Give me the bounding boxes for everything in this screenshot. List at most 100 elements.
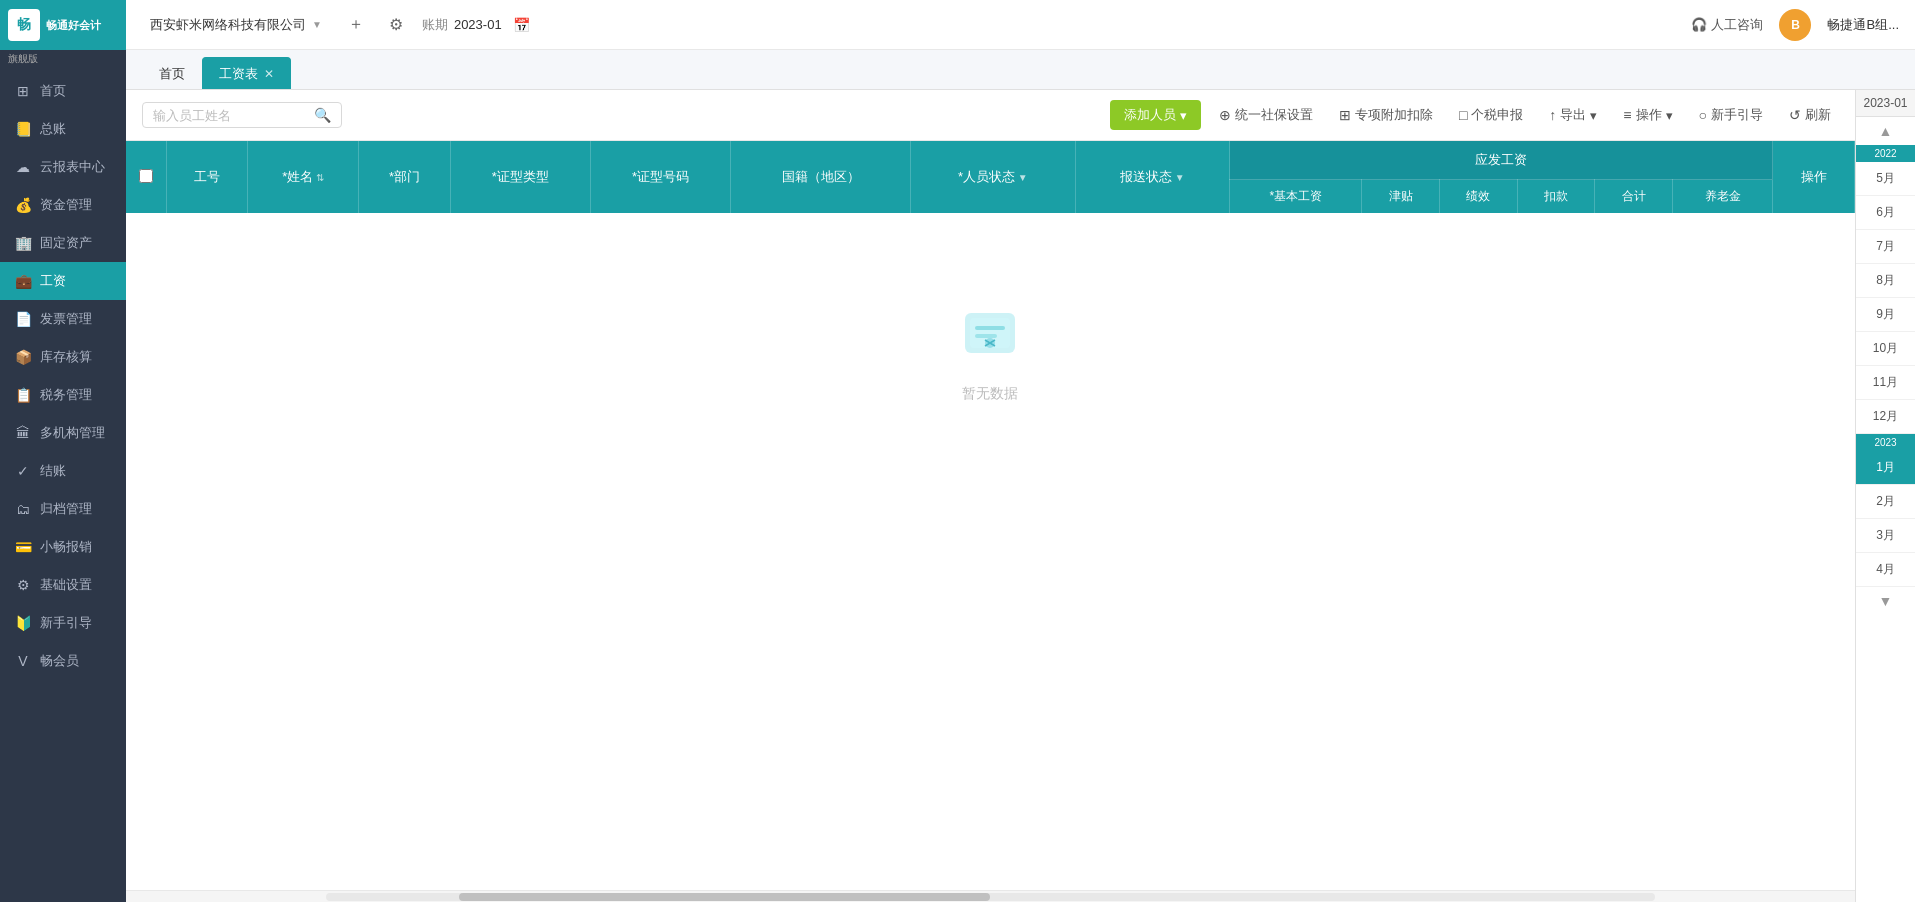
ledger-icon: 📒	[14, 121, 32, 137]
expense-icon: 💳	[14, 539, 32, 555]
th-performance: 绩效	[1439, 180, 1517, 214]
service-btn[interactable]: 🎧 人工咨询	[1691, 16, 1763, 34]
svg-rect-3	[975, 334, 997, 338]
company-selector[interactable]: 西安虾米网络科技有限公司 ▼	[142, 12, 330, 38]
th-pension: 养老金	[1672, 180, 1772, 214]
tab-salary-table[interactable]: 工资表 ✕	[202, 57, 291, 89]
scrollbar-thumb[interactable]	[459, 893, 991, 901]
operate-btn[interactable]: ≡ 操作 ▾	[1615, 102, 1680, 128]
th-emp-no: 工号	[166, 141, 247, 213]
sidebar-item-home[interactable]: ⊞ 首页	[0, 72, 126, 110]
add-person-button[interactable]: 添加人员 ▾	[1110, 100, 1201, 130]
empty-state: 暂无数据	[126, 213, 1855, 483]
sidebar-item-label: 归档管理	[40, 500, 92, 518]
sidebar-item-label: 工资	[40, 272, 66, 290]
user-avatar[interactable]: B	[1779, 9, 1811, 41]
sidebar-item-invoice[interactable]: 📄 发票管理	[0, 300, 126, 338]
fund-icon: 💰	[14, 197, 32, 213]
th-name[interactable]: *姓名	[247, 141, 358, 213]
date-month-6[interactable]: 6月	[1856, 196, 1915, 230]
date-month-7[interactable]: 7月	[1856, 230, 1915, 264]
tab-close-icon[interactable]: ✕	[264, 68, 274, 80]
sidebar-item-settings[interactable]: ⚙ 基础设置	[0, 566, 126, 604]
sidebar-item-archive[interactable]: 🗂 归档管理	[0, 490, 126, 528]
topbar-right: 🎧 人工咨询 B 畅捷通B组...	[1691, 9, 1899, 41]
sidebar-item-label: 库存核算	[40, 348, 92, 366]
sidebar-item-cloud-report[interactable]: ☁ 云报表中心	[0, 148, 126, 186]
salary-table: 工号 *姓名 *部门 *证型类型 *证型号码 国籍（地区） *人员状态 报送状态…	[126, 141, 1855, 483]
search-box[interactable]: 🔍	[142, 102, 342, 128]
date-month-2023-3[interactable]: 3月	[1856, 519, 1915, 553]
sidebar-item-expense[interactable]: 💳 小畅报销	[0, 528, 126, 566]
sidebar-item-multi-org[interactable]: 🏛 多机构管理	[0, 414, 126, 452]
special-deduct-btn[interactable]: ⊞ 专项附加扣除	[1331, 102, 1441, 128]
sidebar-item-tax[interactable]: 📋 税务管理	[0, 376, 126, 414]
sidebar-item-label: 资金管理	[40, 196, 92, 214]
date-year-2022-label: 2022	[1856, 145, 1915, 162]
add-person-dropdown-icon: ▾	[1180, 108, 1187, 123]
asset-icon: 🏢	[14, 235, 32, 251]
sidebar-item-ledger[interactable]: 📒 总账	[0, 110, 126, 148]
sidebar-item-member[interactable]: V 畅会员	[0, 642, 126, 680]
sidebar-item-fund[interactable]: 💰 资金管理	[0, 186, 126, 224]
horizontal-scrollbar[interactable]	[126, 890, 1855, 902]
sidebar-item-label: 首页	[40, 82, 66, 100]
personal-tax-icon: □	[1459, 107, 1467, 123]
date-month-10[interactable]: 10月	[1856, 332, 1915, 366]
sidebar-item-label: 小畅报销	[40, 538, 92, 556]
user-name[interactable]: 畅捷通B组...	[1827, 16, 1899, 34]
date-nav-down[interactable]: ▼	[1856, 587, 1915, 615]
th-id-type: *证型类型	[450, 141, 590, 213]
tab-home[interactable]: 首页	[142, 57, 202, 89]
th-checkbox[interactable]	[126, 141, 166, 213]
calendar-icon[interactable]: 📅	[508, 11, 536, 39]
sidebar-item-settle[interactable]: ✓ 结账	[0, 452, 126, 490]
personal-tax-label: 个税申报	[1471, 106, 1523, 124]
th-yingfa: 应发工资	[1230, 141, 1773, 180]
date-month-12[interactable]: 12月	[1856, 400, 1915, 434]
empty-icon	[950, 293, 1030, 373]
sidebar: 畅 畅通好会计 旗舰版 ⊞ 首页 📒 总账 ☁ 云报表中心 💰 资金管理 🏢 固…	[0, 0, 126, 902]
tab-salary-label: 工资表	[219, 65, 258, 83]
scrollbar-track[interactable]	[326, 893, 1655, 901]
date-month-2023-4[interactable]: 4月	[1856, 553, 1915, 587]
personal-tax-btn[interactable]: □ 个税申报	[1451, 102, 1531, 128]
sidebar-item-label: 新手引导	[40, 614, 92, 632]
company-dropdown-arrow: ▼	[312, 19, 322, 30]
refresh-btn[interactable]: ↺ 刷新	[1781, 102, 1839, 128]
content-area: 🔍 添加人员 ▾ ⊕ 统一社保设置 ⊞ 专项附加扣除	[126, 90, 1915, 902]
add-company-btn[interactable]: ＋	[342, 11, 370, 39]
toolbar-right: 添加人员 ▾ ⊕ 统一社保设置 ⊞ 专项附加扣除 □ 个税申报	[1110, 100, 1839, 130]
date-month-5[interactable]: 5月	[1856, 162, 1915, 196]
social-security-btn[interactable]: ⊕ 统一社保设置	[1211, 102, 1321, 128]
date-month-2023-2[interactable]: 2月	[1856, 485, 1915, 519]
sidebar-item-label: 基础设置	[40, 576, 92, 594]
settings-btn[interactable]: ⚙	[382, 11, 410, 39]
th-status[interactable]: *人员状态	[911, 141, 1075, 213]
home-icon: ⊞	[14, 83, 32, 99]
date-month-8[interactable]: 8月	[1856, 264, 1915, 298]
guide-btn[interactable]: ○ 新手引导	[1691, 102, 1771, 128]
date-month-11[interactable]: 11月	[1856, 366, 1915, 400]
guide-icon: 🔰	[14, 615, 32, 631]
select-all-checkbox[interactable]	[139, 169, 153, 183]
sidebar-item-label: 发票管理	[40, 310, 92, 328]
sidebar-item-salary[interactable]: 💼 工资	[0, 262, 126, 300]
settle-icon: ✓	[14, 463, 32, 479]
date-nav-up[interactable]: ▲	[1856, 117, 1915, 145]
date-month-9[interactable]: 9月	[1856, 298, 1915, 332]
sidebar-item-guide[interactable]: 🔰 新手引导	[0, 604, 126, 642]
th-report-status[interactable]: 报送状态	[1075, 141, 1230, 213]
export-icon: ↑	[1549, 107, 1556, 123]
sidebar-item-fixed-asset[interactable]: 🏢 固定资产	[0, 224, 126, 262]
export-btn[interactable]: ↑ 导出 ▾	[1541, 102, 1605, 128]
operate-dropdown-icon: ▾	[1666, 108, 1673, 123]
sidebar-item-label: 税务管理	[40, 386, 92, 404]
search-input[interactable]	[153, 108, 308, 123]
date-month-2023-1[interactable]: 1月	[1856, 451, 1915, 485]
operate-icon: ≡	[1623, 107, 1631, 123]
refresh-icon: ↺	[1789, 107, 1801, 123]
social-security-icon: ⊕	[1219, 107, 1231, 123]
sidebar-item-label: 畅会员	[40, 652, 79, 670]
sidebar-item-inventory[interactable]: 📦 库存核算	[0, 338, 126, 376]
